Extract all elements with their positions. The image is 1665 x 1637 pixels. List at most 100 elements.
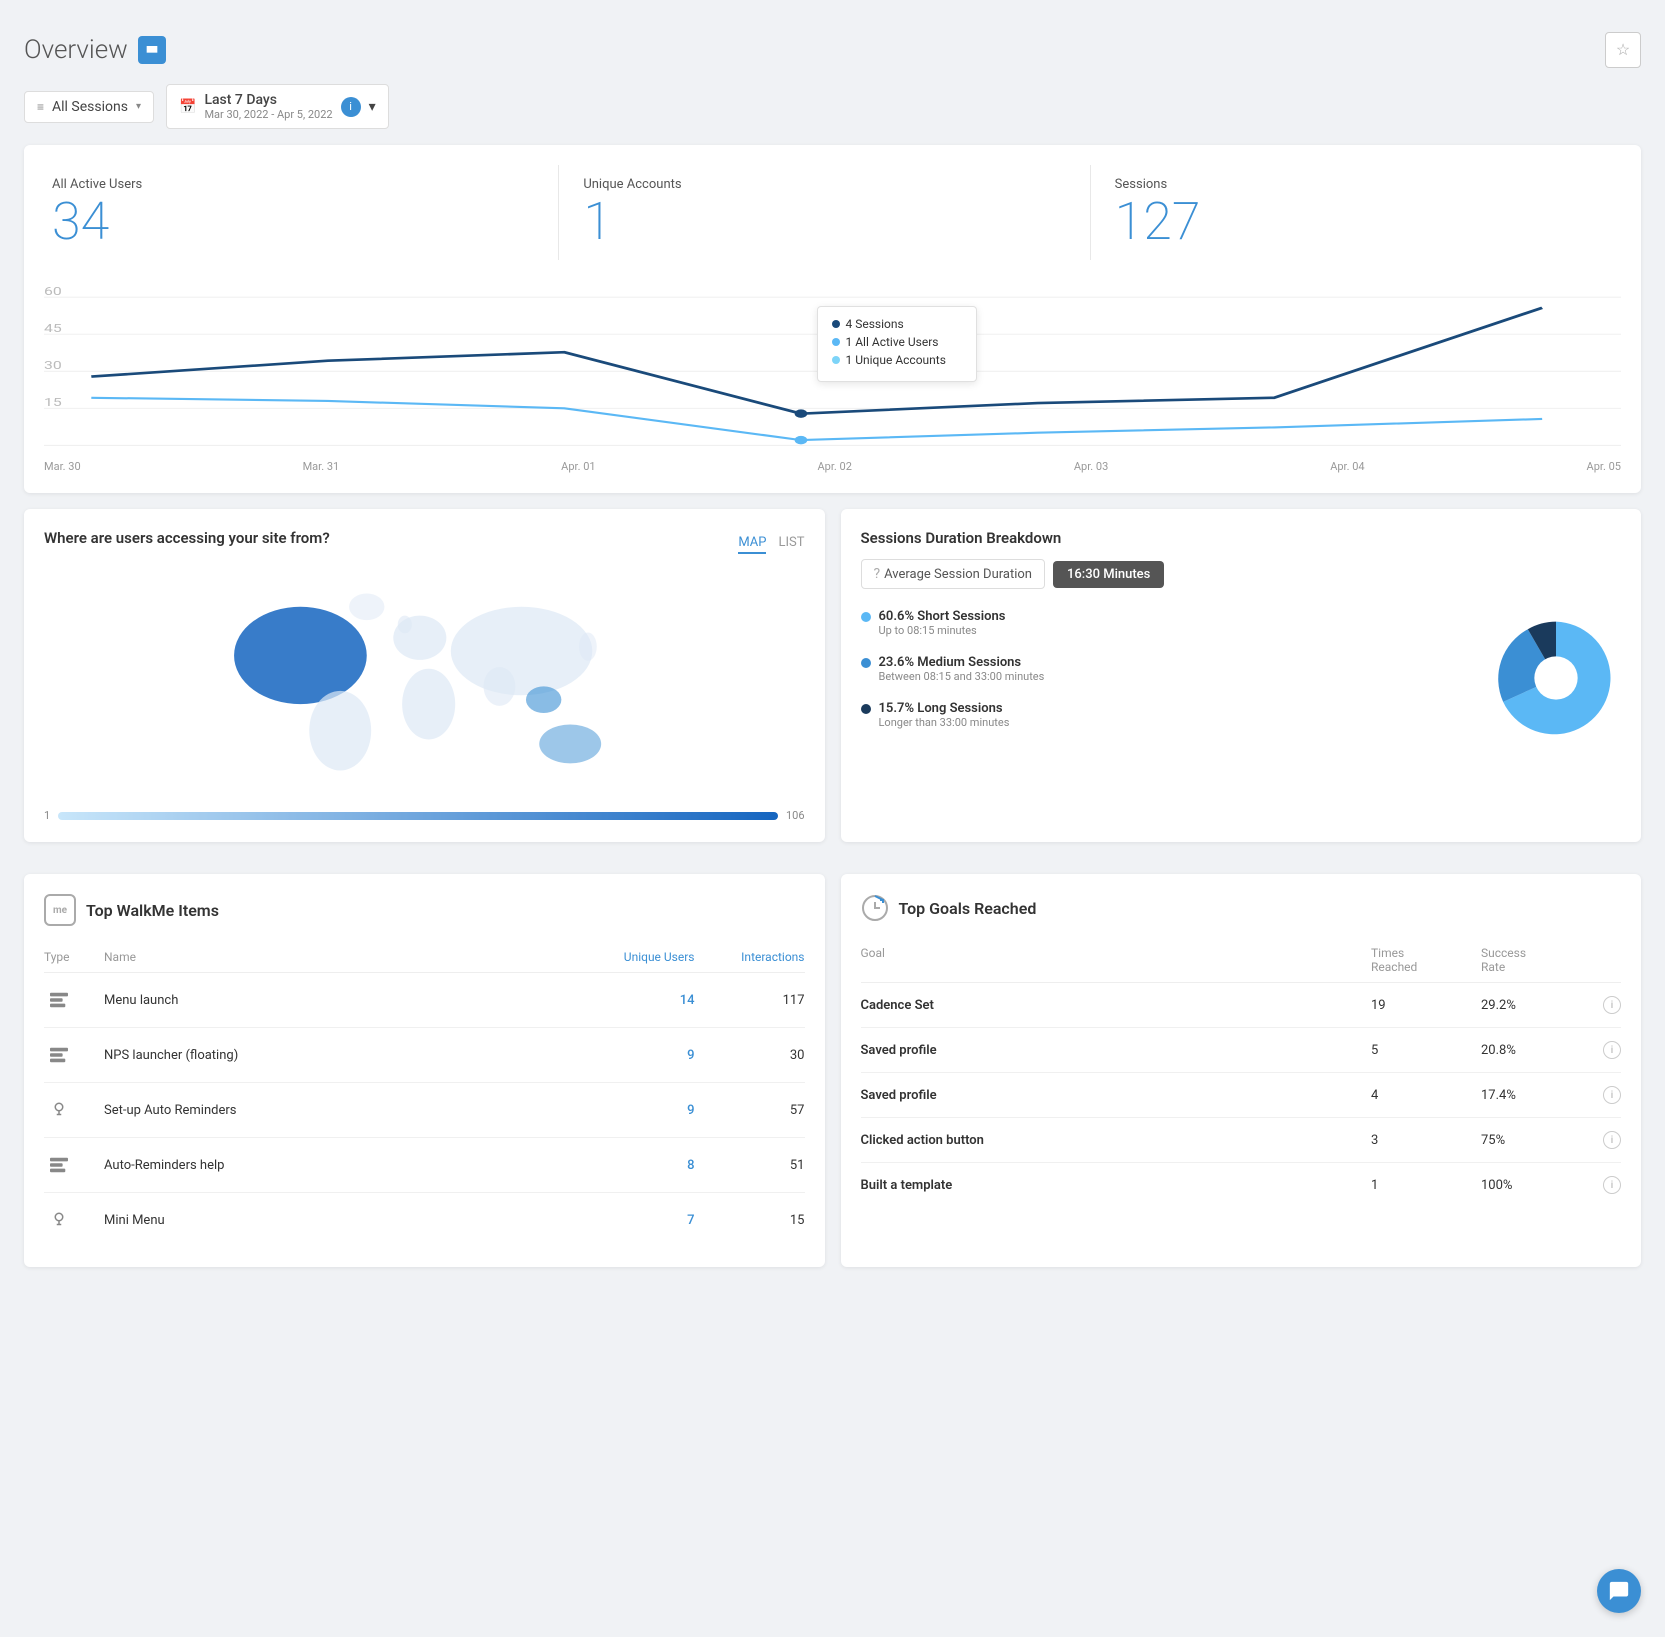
unique-accounts-label: Unique Accounts [583,177,1065,192]
type-icon-launcher [44,985,74,1015]
item-interactions-1: 30 [695,1048,805,1063]
goal-row: Clicked action button 3 75% i [861,1118,1622,1163]
goal-success-3: 75% [1481,1133,1591,1148]
short-sessions-label: 60.6% Short Sessions [879,609,1006,624]
duration-item-medium: 23.6% Medium Sessions Between 08:15 and … [861,655,1472,683]
goal-times-1: 5 [1371,1043,1481,1058]
two-col-section: Where are users accessing your site from… [24,509,1641,858]
sessions-dot [832,320,840,328]
map-controls: MAP LIST [738,535,804,554]
goal-times-4: 1 [1371,1178,1481,1193]
title-icon [138,36,166,64]
goal-name-3: Clicked action button [861,1133,1372,1148]
col-users-header: Unique Users [585,950,695,964]
tooltip-active-users-text: 1 All Active Users [846,335,939,349]
avg-label[interactable]: ? Average Session Duration [861,559,1045,589]
info-icon-4[interactable]: i [1603,1176,1621,1194]
duration-content: 60.6% Short Sessions Up to 08:15 minutes… [861,609,1622,747]
question-icon: ? [874,566,881,582]
type-icon-smarttip [44,1205,74,1235]
active-users-dot [832,338,840,346]
tooltip-sessions: 4 Sessions [832,317,962,331]
goals-card-header: Top Goals Reached [861,894,1622,922]
tooltip-unique-accounts-text: 1 Unique Accounts [846,353,946,367]
table-row: Auto-Reminders help 8 51 [44,1138,805,1193]
goal-times-0: 19 [1371,998,1481,1013]
item-name-4: Mini Menu [104,1213,585,1228]
short-sessions-text: 60.6% Short Sessions Up to 08:15 minutes [879,609,1006,637]
duration-card: Sessions Duration Breakdown ? Average Se… [841,509,1642,842]
title-wrap: Overview [24,35,166,65]
tooltip-unique-accounts: 1 Unique Accounts [832,353,962,367]
legend-bar [58,812,778,820]
long-sessions-sub: Longer than 33:00 minutes [879,716,1010,729]
avg-value: 16:30 Minutes [1053,561,1164,588]
x-label-3: Apr. 02 [818,460,852,473]
duration-item-long: 15.7% Long Sessions Longer than 33:00 mi… [861,701,1472,729]
info-icon-1[interactable]: i [1603,1041,1621,1059]
star-button[interactable]: ☆ [1605,32,1641,68]
goal-name-1: Saved profile [861,1043,1372,1058]
chat-button[interactable] [1597,1569,1641,1613]
x-label-1: Mar. 31 [303,460,340,473]
goal-name-4: Built a template [861,1178,1372,1193]
walkme-table: Type Name Unique Users Interactions Menu… [44,942,805,1247]
map-tab-list[interactable]: LIST [778,535,804,554]
short-sessions-dot [861,612,871,622]
table-row: Set-up Auto Reminders 9 57 [44,1083,805,1138]
tooltip-sessions-text: 4 Sessions [846,317,904,331]
type-icon-launcher [44,1040,74,1070]
goal-times-2: 4 [1371,1088,1481,1103]
stat-active-users: All Active Users 34 [44,165,559,260]
goals-icon [861,894,889,922]
date-info-icon[interactable]: i [341,97,361,117]
col-goal-header: Goal [861,946,1372,974]
goals-table: Goal TimesReached SuccessRate Cadence Se… [861,938,1622,1207]
filters-bar: ≡ All Sessions ▾ 📅 Last 7 Days Mar 30, 2… [24,84,1641,129]
map-title: Where are users accessing your site from… [44,529,330,547]
goal-row: Cadence Set 19 29.2% i [861,983,1622,1028]
x-label-0: Mar. 30 [44,460,81,473]
walkme-card-header: me Top WalkMe Items [44,894,805,926]
calendar-icon: 📅 [179,99,196,115]
info-icon-2[interactable]: i [1603,1086,1621,1104]
date-sub: Mar 30, 2022 - Apr 5, 2022 [204,108,332,121]
item-users-2: 9 [585,1103,695,1118]
stat-sessions: Sessions 127 [1091,165,1621,260]
date-chevron-icon: ▾ [369,99,376,115]
date-filter[interactable]: 📅 Last 7 Days Mar 30, 2022 - Apr 5, 2022… [166,84,389,129]
info-icon-3[interactable]: i [1603,1131,1621,1149]
col-name-header: Name [104,950,585,964]
goals-header: Goal TimesReached SuccessRate [861,938,1622,983]
goal-name-2: Saved profile [861,1088,1372,1103]
item-interactions-4: 15 [695,1213,805,1228]
page-title: Overview [24,35,128,65]
stat-unique-accounts: Unique Accounts 1 [559,165,1090,260]
goal-success-1: 20.8% [1481,1043,1591,1058]
sessions-value: 127 [1115,196,1597,248]
svg-text:15: 15 [44,398,62,410]
goals-title: Top Goals Reached [899,899,1037,918]
bottom-two-col: me Top WalkMe Items Type Name Unique Use… [24,874,1641,1283]
walkme-title: Top WalkMe Items [86,901,219,920]
table-row: Menu launch 14 117 [44,973,805,1028]
goal-success-0: 29.2% [1481,998,1591,1013]
legend-min: 1 [44,809,50,822]
info-icon-0[interactable]: i [1603,996,1621,1014]
sessions-filter[interactable]: ≡ All Sessions ▾ [24,91,154,123]
map-header: Where are users accessing your site from… [44,529,805,559]
long-sessions-dot [861,704,871,714]
svg-text:45: 45 [44,323,62,335]
map-tab-map[interactable]: MAP [738,535,766,554]
col-times-header: TimesReached [1371,946,1481,974]
medium-sessions-text: 23.6% Medium Sessions Between 08:15 and … [879,655,1045,683]
item-interactions-2: 57 [695,1103,805,1118]
x-label-5: Apr. 04 [1330,460,1364,473]
long-sessions-text: 15.7% Long Sessions Longer than 33:00 mi… [879,701,1010,729]
goal-row: Saved profile 5 20.8% i [861,1028,1622,1073]
type-icon-launcher [44,1150,74,1180]
sessions-label: Sessions [1115,177,1597,192]
legend-max: 106 [786,809,805,822]
chevron-down-icon: ▾ [136,101,141,112]
type-icon-smarttip [44,1095,74,1125]
